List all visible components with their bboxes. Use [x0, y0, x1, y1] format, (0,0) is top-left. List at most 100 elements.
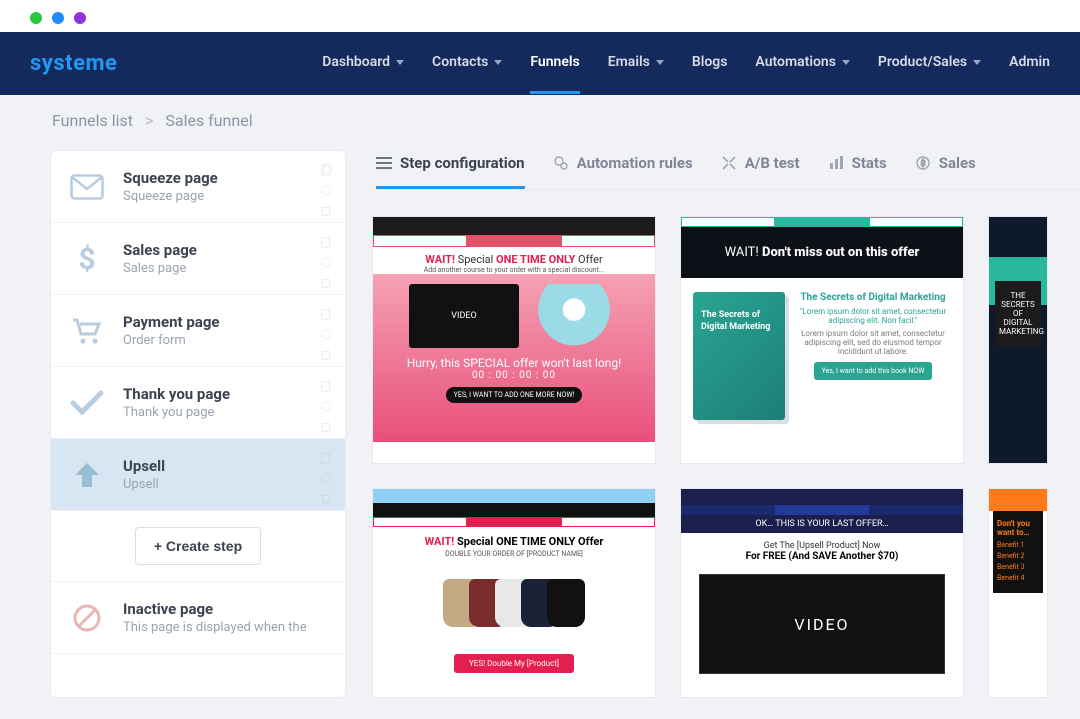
settings-icon[interactable]: [319, 255, 333, 269]
nav-contacts[interactable]: Contacts: [432, 33, 502, 94]
step-sub: Upsell: [123, 477, 165, 492]
tpl-text: WAIT!: [425, 253, 455, 266]
dollar-icon: $: [76, 242, 98, 276]
tpl-timer: 00 : 00 : 00 : 00: [383, 370, 645, 381]
tpl-cta: YES! Double My [Product]: [454, 654, 574, 673]
nav-product-sales[interactable]: Product/Sales: [878, 33, 981, 94]
tpl-text: Special ONE TIME ONLY Offer: [457, 535, 603, 548]
step-squeeze[interactable]: Squeeze page Squeeze page: [51, 151, 345, 223]
template-card-6[interactable]: Don't you want to… Benefit 1 Benefit 2 B…: [988, 488, 1048, 698]
breadcrumb-root[interactable]: Funnels list: [52, 111, 133, 130]
tab-automation[interactable]: Automation rules: [553, 150, 693, 189]
copy-icon[interactable]: [319, 163, 333, 177]
step-payment[interactable]: Payment pageOrder form: [51, 295, 345, 367]
tab-label: Automation rules: [577, 154, 693, 172]
template-card-3[interactable]: THE SECRETS OF DIGITAL MARKETING: [988, 216, 1048, 464]
template-card-4[interactable]: WAIT! Special ONE TIME ONLY Offer DOUBLE…: [372, 488, 656, 698]
nav-items: Dashboard Contacts Funnels Emails Blogs …: [322, 33, 1050, 94]
tpl-text: ONE TIME ONLY: [496, 253, 575, 266]
tpl-text: Benefit 1: [997, 541, 1039, 549]
step-sub: Squeeze page: [123, 189, 218, 204]
nav-label: Funnels: [530, 54, 579, 70]
tpl-text: Special: [458, 253, 494, 266]
top-nav: systeme Dashboard Contacts Funnels Email…: [0, 32, 1080, 95]
list-icon: [376, 155, 392, 171]
tab-stats[interactable]: Stats: [828, 150, 887, 189]
tab-ab-test[interactable]: A/B test: [721, 150, 800, 189]
nav-funnels[interactable]: Funnels: [530, 33, 579, 94]
template-card-2[interactable]: WAIT! Don't miss out on this offer The S…: [680, 216, 964, 464]
tab-label: Step configuration: [400, 154, 525, 172]
breadcrumb-sep: >: [145, 111, 153, 130]
copy-icon[interactable]: [319, 307, 333, 321]
breadcrumb: Funnels list > Sales funnel: [0, 95, 1080, 150]
tab-sales[interactable]: $ Sales: [915, 150, 976, 189]
chevron-down-icon: [656, 60, 664, 65]
svg-text:$: $: [920, 159, 925, 168]
tpl-text: Don't you want to…: [997, 519, 1039, 537]
brand-logo[interactable]: systeme: [30, 51, 117, 76]
trash-icon[interactable]: [319, 491, 333, 505]
copy-icon[interactable]: [319, 379, 333, 393]
chevron-down-icon: [494, 60, 502, 65]
trash-icon[interactable]: [319, 347, 333, 361]
step-title: Squeeze page: [123, 169, 218, 187]
nav-dashboard[interactable]: Dashboard: [322, 33, 404, 94]
step-title: Sales page: [123, 241, 197, 259]
tpl-text: THE SECRETS OF DIGITAL MARKETING: [999, 291, 1037, 336]
step-thank-you[interactable]: Thank you pageThank you page: [51, 367, 345, 439]
tab-step-config[interactable]: Step configuration: [376, 150, 525, 189]
step-inactive[interactable]: Inactive pageThis page is displayed when…: [51, 582, 345, 654]
template-card-1[interactable]: WAIT! Special ONE TIME ONLY Offer Add an…: [372, 216, 656, 464]
trash-icon[interactable]: [319, 419, 333, 433]
copy-icon[interactable]: [319, 451, 333, 465]
tpl-text: WAIT!: [425, 535, 455, 548]
copy-icon[interactable]: [319, 235, 333, 249]
svg-text:$: $: [78, 242, 95, 276]
content-tabs: Step configuration Automation rules A/B …: [372, 150, 1080, 190]
step-title: Thank you page: [123, 385, 230, 403]
create-step-button[interactable]: + Create step: [135, 527, 261, 565]
step-title: Upsell: [123, 457, 165, 475]
nav-label: Dashboard: [322, 54, 390, 70]
funnel-steps: Squeeze page Squeeze page $ Sales pageSal…: [50, 150, 346, 698]
tab-label: Stats: [852, 154, 887, 172]
trash-icon[interactable]: [319, 203, 333, 217]
nav-label: Admin: [1009, 54, 1050, 70]
tpl-cta: Yes, I want to add this book NOW: [814, 362, 933, 380]
illustration: [529, 284, 619, 348]
dot-green: [30, 12, 42, 24]
nav-label: Emails: [608, 54, 650, 70]
trash-icon[interactable]: [319, 275, 333, 289]
check-icon: [70, 390, 104, 416]
chevron-down-icon: [842, 60, 850, 65]
tpl-text: Benefit 3: [997, 563, 1039, 571]
tpl-text: Get The [Upsell Product] Now: [687, 541, 957, 551]
nav-label: Contacts: [432, 54, 488, 70]
chevron-down-icon: [396, 60, 404, 65]
settings-icon[interactable]: [319, 471, 333, 485]
step-title: Inactive page: [123, 600, 307, 618]
tpl-text: Don't miss out on this offer: [762, 245, 919, 260]
template-grid: WAIT! Special ONE TIME ONLY Offer Add an…: [372, 216, 1080, 698]
tpl-text: Benefit 4: [997, 574, 1039, 582]
tpl-cta: YES, I WANT TO ADD ONE MORE NOW!: [446, 387, 583, 403]
nav-blogs[interactable]: Blogs: [692, 33, 728, 94]
tab-label: A/B test: [745, 154, 800, 172]
step-upsell[interactable]: Upsell Upsell: [51, 439, 345, 511]
tpl-text: Add another course to your order with a …: [373, 266, 655, 274]
tpl-text: For FREE (And SAVE Another $70): [687, 551, 957, 562]
video-placeholder: VIDEO: [409, 284, 519, 348]
step-sales[interactable]: $ Sales pageSales page: [51, 223, 345, 295]
step-title: Payment page: [123, 313, 220, 331]
dot-purple: [74, 12, 86, 24]
nav-automations[interactable]: Automations: [755, 33, 850, 94]
settings-icon[interactable]: [319, 399, 333, 413]
settings-icon[interactable]: [319, 183, 333, 197]
tpl-text: OK… THIS IS YOUR LAST OFFER…: [681, 515, 963, 533]
tpl-text: DOUBLE YOUR ORDER OF [PRODUCT NAME]: [373, 550, 655, 558]
nav-emails[interactable]: Emails: [608, 33, 664, 94]
template-card-5[interactable]: OK… THIS IS YOUR LAST OFFER… Get The [Up…: [680, 488, 964, 698]
settings-icon[interactable]: [319, 327, 333, 341]
nav-admin[interactable]: Admin: [1009, 33, 1050, 94]
